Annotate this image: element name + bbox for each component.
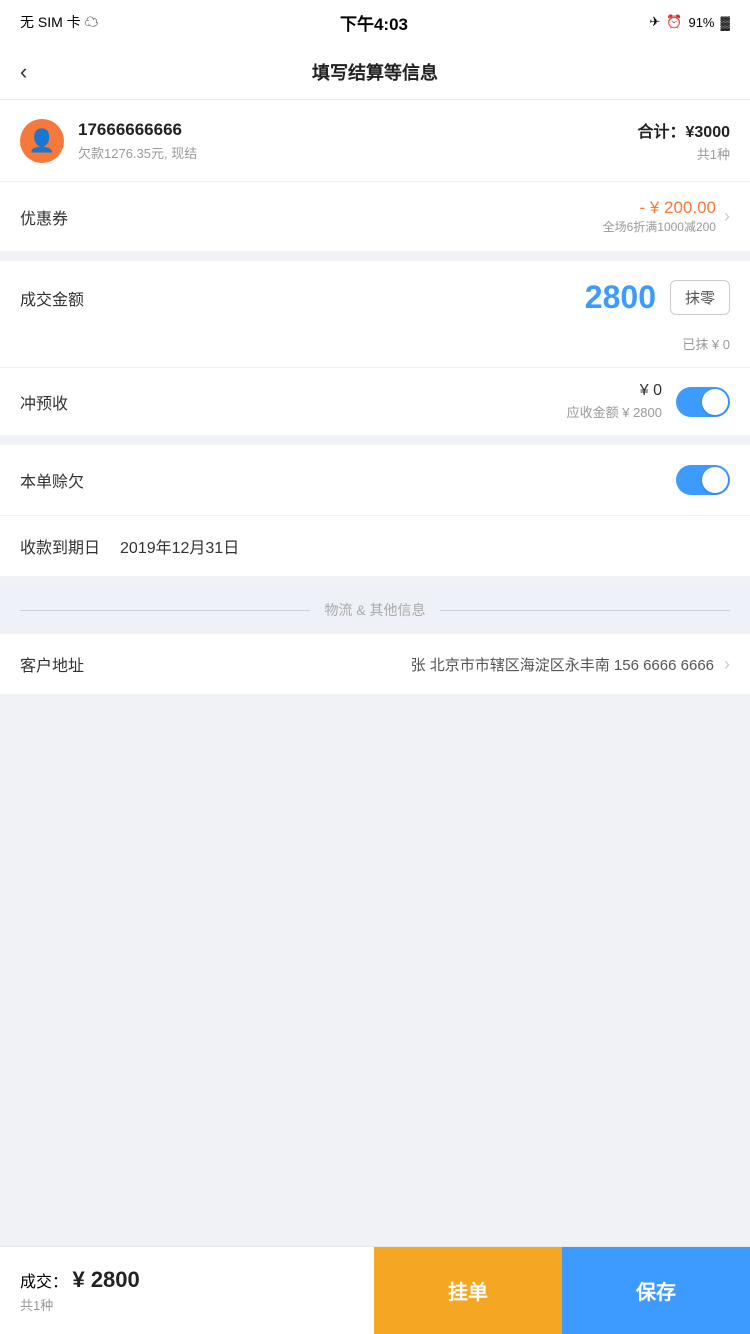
bottom-label: 成交：	[20, 1274, 68, 1291]
status-time: 下午4:03	[340, 10, 408, 35]
customer-card: 👤 17666666666 欠款1276.35元, 现结 合计：¥3000 共1…	[0, 100, 750, 251]
coupon-row[interactable]: 优惠券 - ¥ 200.00 全场6折满1000减200 ›	[0, 181, 750, 251]
bottom-bar: 成交： ¥ 2800 共1种 挂单 保存	[0, 1246, 750, 1334]
debt-toggle[interactable]	[676, 465, 730, 495]
avatar: 👤	[20, 119, 64, 163]
debt-card: 本单赊欠 收款到期日 2019年12月31日	[0, 445, 750, 576]
battery-icon: ▓	[721, 15, 730, 30]
prepay-value: ¥ 0	[567, 382, 662, 400]
amount-row: 成交金额 2800 抹零	[0, 261, 750, 334]
nav-bar: ‹ 填写结算等信息	[0, 44, 750, 100]
customer-right: 合计：¥3000 共1种	[638, 118, 731, 163]
location-icon: ✈	[649, 14, 660, 30]
sim-status: 无 SIM 卡 ☁	[20, 12, 99, 32]
prepay-info: ¥ 0 应收金额 ¥ 2800	[567, 382, 662, 421]
amount-sub: 已抹 ¥ 0	[0, 334, 750, 367]
amount-label: 成交金额	[20, 286, 84, 310]
amount-section: 成交金额 2800 抹零 已抹 ¥ 0 冲预收 ¥ 0 应收金额 ¥ 2800	[0, 261, 750, 435]
due-date-value: 2019年12月31日	[120, 534, 239, 558]
due-date-label: 收款到期日	[20, 534, 100, 558]
page-title: 填写结算等信息	[312, 59, 438, 85]
prepay-sub: 应收金额 ¥ 2800	[567, 402, 662, 421]
customer-sub: 欠款1276.35元, 现结	[78, 143, 197, 162]
customer-left: 👤 17666666666 欠款1276.35元, 现结	[20, 119, 197, 163]
save-button[interactable]: 保存	[562, 1247, 750, 1334]
coupon-desc: 全场6折满1000减200	[603, 218, 716, 235]
hold-button[interactable]: 挂单	[374, 1247, 562, 1334]
address-chevron: ›	[724, 654, 730, 675]
amount-value: 2800	[585, 279, 656, 316]
address-row[interactable]: 客户地址 张 北京市市辖区海淀区永丰南 156 6666 6666 ›	[0, 634, 750, 694]
total-count: 共1种	[638, 144, 731, 163]
bottom-total-label: 成交： ¥ 2800	[20, 1267, 354, 1293]
amount-right: 2800 抹零	[585, 279, 730, 316]
address-value: 张 北京市市辖区海淀区永丰南 156 6666 6666	[104, 654, 714, 675]
coupon-right: - ¥ 200.00 全场6折满1000减200 ›	[603, 198, 730, 235]
total-value: 合计：¥3000	[638, 118, 731, 142]
prepay-label: 冲预收	[20, 390, 68, 414]
logistics-text: 物流 & 其他信息	[324, 600, 425, 620]
logistics-line-right	[440, 610, 730, 611]
status-bar: 无 SIM 卡 ☁ 下午4:03 ✈ ⏰ 91% ▓	[0, 0, 750, 44]
logistics-header: 物流 & 其他信息	[0, 586, 750, 634]
customer-info: 17666666666 欠款1276.35元, 现结	[78, 120, 197, 162]
logistics-line-left	[20, 610, 310, 611]
address-label: 客户地址	[20, 652, 84, 676]
prepay-right: ¥ 0 应收金额 ¥ 2800	[567, 382, 730, 421]
status-right: ✈ ⏰ 91% ▓	[649, 14, 730, 30]
back-button[interactable]: ‹	[20, 59, 27, 85]
status-left: 无 SIM 卡 ☁	[20, 12, 99, 32]
battery-level: 91%	[688, 15, 714, 30]
coupon-label: 优惠券	[20, 205, 68, 229]
avatar-icon: 👤	[28, 128, 55, 154]
alarm-icon: ⏰	[666, 14, 682, 30]
debt-row: 本单赊欠	[0, 445, 750, 515]
due-date-row: 收款到期日 2019年12月31日	[0, 515, 750, 576]
debt-label: 本单赊欠	[20, 468, 84, 492]
blank-space	[0, 694, 750, 854]
prepay-row: 冲预收 ¥ 0 应收金额 ¥ 2800	[0, 367, 750, 435]
content: 👤 17666666666 欠款1276.35元, 现结 合计：¥3000 共1…	[0, 100, 750, 954]
customer-row: 👤 17666666666 欠款1276.35元, 现结 合计：¥3000 共1…	[0, 100, 750, 181]
round-zero-button[interactable]: 抹零	[670, 280, 730, 315]
customer-phone: 17666666666	[78, 120, 197, 140]
bottom-total-value: ¥ 2800	[72, 1267, 139, 1292]
coupon-chevron: ›	[724, 206, 730, 227]
prepay-toggle[interactable]	[676, 387, 730, 417]
bottom-info: 成交： ¥ 2800 共1种	[0, 1267, 374, 1314]
coupon-amount: - ¥ 200.00	[603, 198, 716, 218]
bottom-count: 共1种	[20, 1295, 354, 1314]
